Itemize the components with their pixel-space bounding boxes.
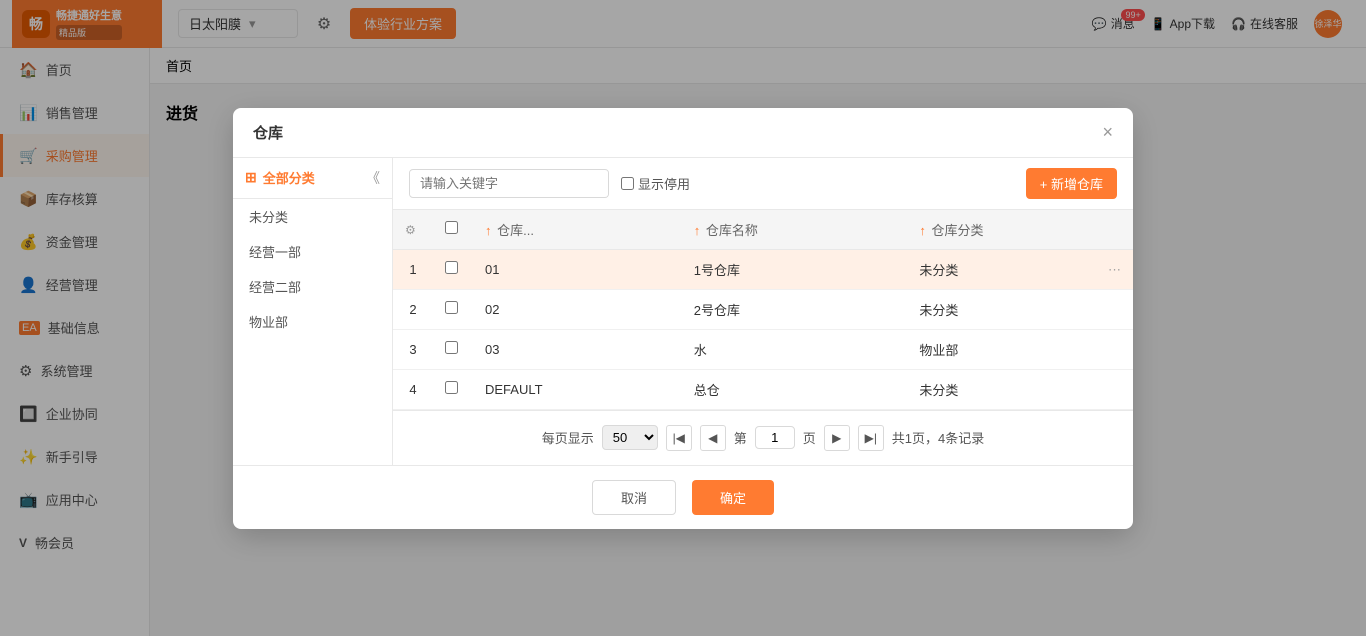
row-checkbox[interactable]: [445, 381, 458, 394]
last-page-button[interactable]: ▶|: [858, 425, 884, 451]
category-list: 未分类 经营一部 经营二部 物业部: [233, 199, 392, 465]
page-size-select[interactable]: 50 100: [602, 425, 658, 450]
row-name: 水: [682, 329, 908, 369]
row-name: 1号仓库: [682, 249, 908, 289]
sort-icon-cat: ↑: [919, 223, 926, 238]
prev-page-button[interactable]: ◀: [700, 425, 726, 451]
modal-header: 仓库 ×: [233, 108, 1133, 158]
search-input[interactable]: [410, 171, 606, 196]
pagination: 每页显示 50 100 |◀ ◀ 第 页 ▶ ▶| 共1页，4条记录: [393, 410, 1133, 465]
row-checkbox-cell[interactable]: [433, 289, 473, 329]
row-category: 物业部: [907, 329, 1133, 369]
modal-body: ⊞ 全部分类 《 未分类 经营一部 经营二部 物业部: [233, 158, 1133, 465]
table-toolbar: 🔍 显示停用 + 新增仓库: [393, 158, 1133, 210]
category-panel: ⊞ 全部分类 《 未分类 经营一部 经营二部 物业部: [233, 158, 393, 465]
warehouse-modal: 仓库 × ⊞ 全部分类 《 未分类 经营一部 经营二部 物业部: [233, 108, 1133, 529]
row-checkbox-cell[interactable]: [433, 329, 473, 369]
sort-icon-name: ↑: [694, 223, 701, 238]
modal-footer: 取消 确定: [233, 465, 1133, 529]
category-item-uncategorized[interactable]: 未分类: [233, 199, 392, 234]
modal-title: 仓库: [253, 122, 283, 143]
row-code: 01: [473, 249, 682, 289]
th-category: ↑ 仓库分类: [907, 210, 1133, 250]
th-code: ↑ 仓库...: [473, 210, 682, 250]
show-disabled-label[interactable]: 显示停用: [621, 174, 690, 193]
row-code: 02: [473, 289, 682, 329]
th-checkbox: [433, 210, 473, 250]
modal-close-button[interactable]: ×: [1102, 123, 1113, 141]
row-category: 未分类: [907, 369, 1133, 409]
category-all[interactable]: ⊞ 全部分类: [245, 168, 315, 187]
row-num: 1: [393, 249, 433, 289]
show-disabled-checkbox[interactable]: [621, 177, 634, 190]
confirm-button[interactable]: 确定: [692, 480, 774, 515]
table-row[interactable]: 4 DEFAULT 总仓 未分类: [393, 369, 1133, 409]
row-num: 4: [393, 369, 433, 409]
th-settings: ⚙: [393, 210, 433, 250]
row-more-icon[interactable]: ···: [1108, 262, 1121, 277]
table-panel: 🔍 显示停用 + 新增仓库 ⚙: [393, 158, 1133, 465]
modal-overlay: 仓库 × ⊞ 全部分类 《 未分类 经营一部 经营二部 物业部: [0, 0, 1366, 636]
category-item-property[interactable]: 物业部: [233, 304, 392, 339]
row-name: 2号仓库: [682, 289, 908, 329]
first-page-button[interactable]: |◀: [666, 425, 692, 451]
search-box: 🔍: [409, 169, 609, 198]
row-checkbox-cell[interactable]: [433, 249, 473, 289]
collapse-button[interactable]: 《: [366, 168, 380, 188]
page-number-input[interactable]: [755, 426, 795, 449]
row-code: 03: [473, 329, 682, 369]
row-name: 总仓: [682, 369, 908, 409]
row-checkbox[interactable]: [445, 301, 458, 314]
add-warehouse-button[interactable]: + 新增仓库: [1026, 168, 1117, 199]
category-header: ⊞ 全部分类 《: [233, 158, 392, 199]
row-code: DEFAULT: [473, 369, 682, 409]
table-row[interactable]: 2 02 2号仓库 未分类: [393, 289, 1133, 329]
row-category: 未分类: [907, 289, 1133, 329]
cancel-button[interactable]: 取消: [592, 480, 676, 515]
table-header-row: ⚙ ↑ 仓库... ↑ 仓库名称: [393, 210, 1133, 250]
row-num: 3: [393, 329, 433, 369]
data-table: ⚙ ↑ 仓库... ↑ 仓库名称: [393, 210, 1133, 410]
category-item-business2[interactable]: 经营二部: [233, 269, 392, 304]
table-row[interactable]: 1 01 1号仓库 未分类 ···: [393, 249, 1133, 289]
search-button[interactable]: 🔍: [606, 170, 609, 197]
row-checkbox-cell[interactable]: [433, 369, 473, 409]
row-checkbox[interactable]: [445, 261, 458, 274]
row-checkbox[interactable]: [445, 341, 458, 354]
row-category: 未分类 ···: [907, 249, 1133, 289]
select-all-checkbox[interactable]: [445, 221, 458, 234]
th-name: ↑ 仓库名称: [682, 210, 908, 250]
next-page-button[interactable]: ▶: [824, 425, 850, 451]
sort-icon: ↑: [485, 223, 492, 238]
table-row[interactable]: 3 03 水 物业部: [393, 329, 1133, 369]
settings-icon: ⚙: [405, 223, 416, 237]
row-num: 2: [393, 289, 433, 329]
category-item-business1[interactable]: 经营一部: [233, 234, 392, 269]
grid-icon: ⊞: [245, 169, 257, 186]
